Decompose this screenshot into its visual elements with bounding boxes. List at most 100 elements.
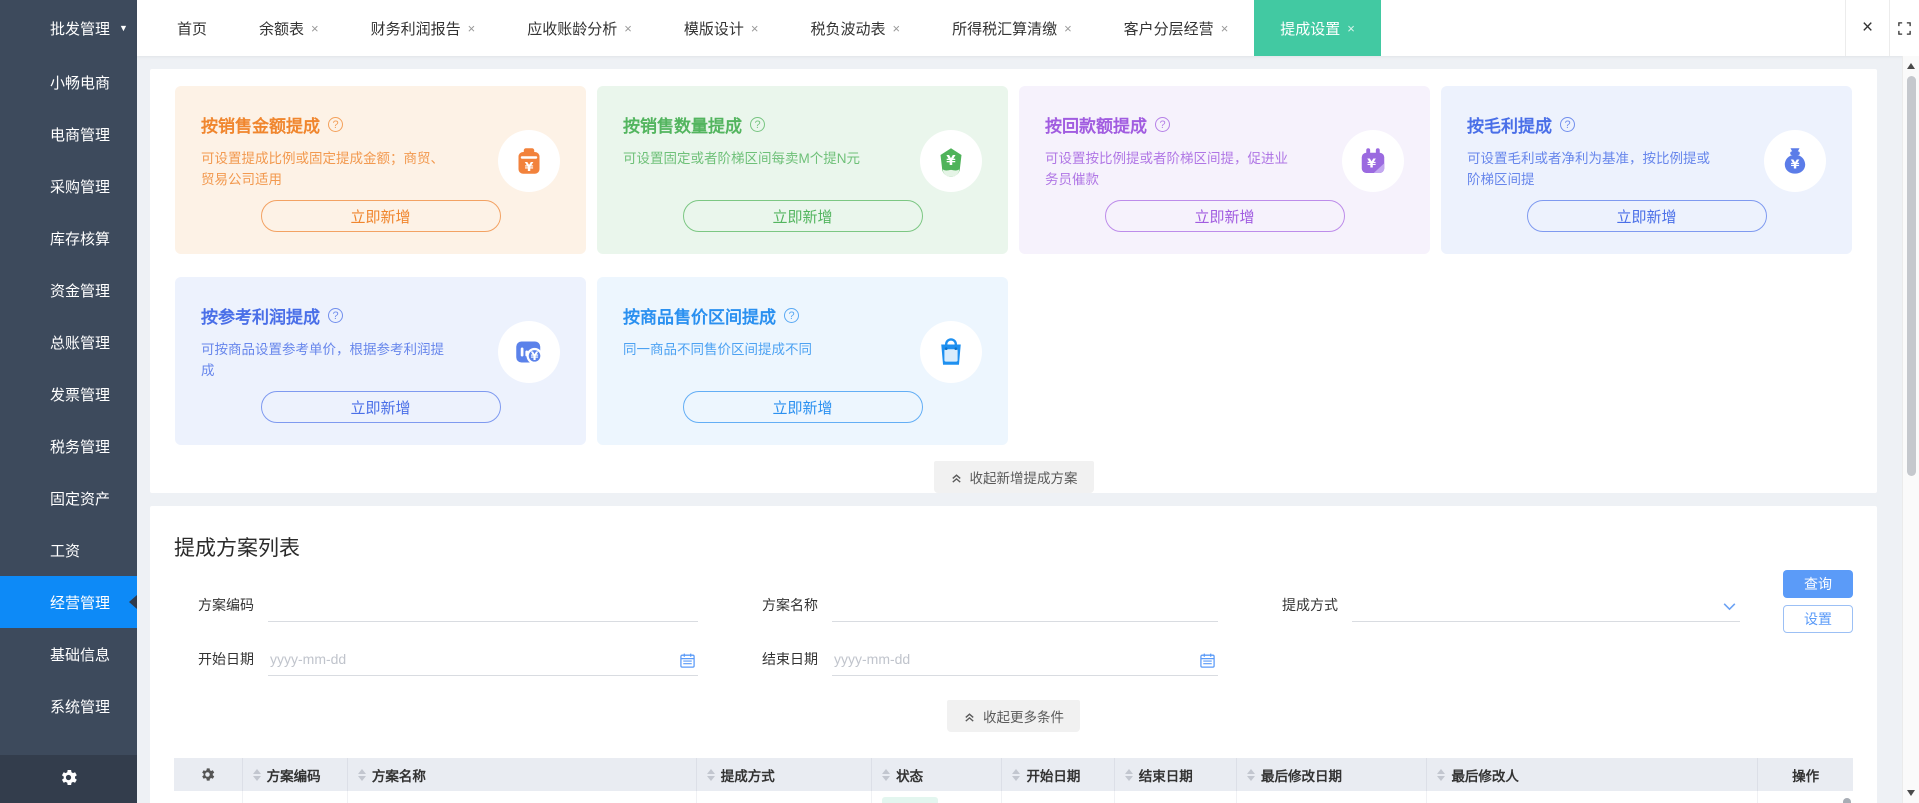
coin-badge-icon: ¥: [920, 130, 982, 192]
scheme-code-cell: 11: [242, 791, 348, 803]
help-icon[interactable]: ?: [750, 117, 765, 132]
sidebar-item-funds[interactable]: 资金管理: [0, 264, 137, 316]
sort-icon[interactable]: [706, 768, 715, 781]
sidebar-item-business-management[interactable]: 经营管理: [0, 576, 137, 628]
table-row[interactable]: 1 11 11 按回款额提成 启用 2022-09-01 2022-11-24 …: [174, 791, 1853, 803]
money-bag-icon: ¥: [1764, 130, 1826, 192]
scheme-name-input[interactable]: [832, 592, 1218, 622]
column-settings-gear-icon[interactable]: [184, 766, 232, 783]
modifier-cell: 徐泽华: [1426, 791, 1759, 803]
close-icon[interactable]: ×: [624, 21, 632, 36]
end-date-input[interactable]: [832, 646, 1218, 676]
tab-template-design[interactable]: 模版设计 ×: [658, 0, 785, 56]
tab-receivable-aging[interactable]: 应收账龄分析 ×: [501, 0, 658, 56]
start-date-label: 开始日期: [198, 651, 254, 667]
sidebar-item-purchasing[interactable]: 采购管理: [0, 160, 137, 212]
sidebar: 批发管理 ▼ 小畅电商 电商管理 采购管理 库存核算 资金管理 总账管理 发票管…: [0, 0, 137, 803]
sidebar-item-ecommerce[interactable]: 电商管理: [0, 108, 137, 160]
sidebar-item-basic-info[interactable]: 基础信息: [0, 628, 137, 680]
sort-icon[interactable]: [1437, 768, 1446, 781]
collapse-new-commission-button[interactable]: 收起新增提成方案: [933, 461, 1094, 493]
filter-row-2: 开始日期 结束日期: [174, 646, 1853, 676]
sort-icon[interactable]: [1124, 768, 1133, 781]
commission-type-select[interactable]: [1352, 592, 1740, 622]
sort-icon[interactable]: [882, 768, 891, 781]
sidebar-item-invoices[interactable]: 发票管理: [0, 368, 137, 420]
tab-profit-report[interactable]: 财务利润报告 ×: [345, 0, 502, 56]
calendar-icon[interactable]: [1199, 652, 1216, 669]
add-now-button[interactable]: 立即新增: [260, 200, 501, 232]
sort-icon[interactable]: [252, 768, 261, 781]
settings-button[interactable]: 设置: [1783, 605, 1853, 633]
chevron-down-icon[interactable]: [1721, 598, 1738, 615]
tab-balance-sheet[interactable]: 余额表 ×: [233, 0, 345, 56]
close-icon[interactable]: ×: [1064, 21, 1072, 36]
calendar-yen-icon: ¥: [1342, 130, 1404, 192]
help-icon[interactable]: ?: [328, 308, 343, 323]
help-icon[interactable]: ?: [1155, 117, 1170, 132]
add-now-button[interactable]: 立即新增: [1526, 200, 1767, 232]
chevron-down-icon: ▼: [119, 23, 128, 33]
card-description: 可设置毛利或者净利为基准，按比例提或阶梯区间提: [1467, 151, 1710, 187]
card-description: 同一商品不同售价区间提成不同: [623, 342, 812, 357]
end-date-cell: 2022-11-24: [1114, 791, 1237, 803]
sidebar-item-general-ledger[interactable]: 总账管理: [0, 316, 137, 368]
tab-tax-fluctuation[interactable]: 税负波动表 ×: [784, 0, 926, 56]
help-icon[interactable]: ?: [784, 308, 799, 323]
close-icon[interactable]: ×: [751, 21, 759, 36]
close-all-tabs-button[interactable]: ×: [1845, 0, 1889, 56]
start-date-input[interactable]: [268, 646, 698, 676]
commission-type-cell: 按回款额提成: [696, 791, 873, 803]
sort-icon[interactable]: [357, 768, 366, 781]
filter-buttons: 查询 设置: [1783, 570, 1853, 633]
page-scrollbar-thumb[interactable]: [1906, 76, 1916, 476]
card-title: 按销售金额提成 ?: [201, 112, 562, 137]
scheme-code-input[interactable]: [268, 592, 698, 622]
end-date-label: 结束日期: [762, 651, 818, 667]
card-payment-collection-commission: 按回款额提成 ? 可设置按比例提或者阶梯区间提，促进业务员催款 ¥ 立即新增: [1019, 86, 1430, 254]
query-button[interactable]: 查询: [1783, 570, 1853, 598]
add-now-button[interactable]: 立即新增: [260, 391, 501, 423]
svg-text:¥: ¥: [946, 153, 956, 169]
sort-icon[interactable]: [1246, 768, 1255, 781]
scheme-name-label: 方案名称: [762, 597, 818, 613]
close-icon[interactable]: ×: [468, 21, 476, 36]
sidebar-module-switcher[interactable]: 批发管理 ▼: [0, 0, 137, 56]
card-price-range-commission: 按商品售价区间提成 ? 同一商品不同售价区间提成不同 立即新增: [597, 277, 1008, 445]
sidebar-item-inventory[interactable]: 库存核算: [0, 212, 137, 264]
tab-income-tax[interactable]: 所得税汇算清缴 ×: [926, 0, 1098, 56]
tab-customer-tiering[interactable]: 客户分层经营 ×: [1098, 0, 1255, 56]
sidebar-item-fixed-assets[interactable]: 固定资产: [0, 472, 137, 524]
svg-text:¥: ¥: [1791, 158, 1800, 173]
close-icon[interactable]: ×: [1347, 21, 1355, 36]
table-header-row: 方案编码 方案名称 提成方式 状态 开始日期 结束日期 最后修改日期 最后修改人…: [174, 758, 1853, 791]
close-icon[interactable]: ×: [892, 21, 900, 36]
start-date-cell: 2022-09-01: [1001, 791, 1115, 803]
add-now-button[interactable]: 立即新增: [1104, 200, 1345, 232]
svg-text:¥: ¥: [1367, 157, 1376, 172]
scroll-down-arrow[interactable]: [1906, 790, 1915, 796]
close-icon[interactable]: ×: [311, 21, 319, 36]
sidebar-item-ecommerce-xiaochang[interactable]: 小畅电商: [0, 56, 137, 108]
sort-icon[interactable]: [1012, 768, 1021, 781]
scroll-up-arrow[interactable]: [1907, 63, 1915, 69]
add-now-button[interactable]: 立即新增: [682, 391, 923, 423]
table-scrollbar-thumb[interactable]: [1843, 798, 1851, 803]
card-title: 按销售数量提成 ?: [623, 112, 984, 137]
tab-commission-settings[interactable]: 提成设置 ×: [1254, 0, 1381, 56]
page-scrollbar[interactable]: [1902, 56, 1919, 803]
calendar-icon[interactable]: [679, 652, 696, 669]
help-icon[interactable]: ?: [1560, 117, 1575, 132]
add-now-button[interactable]: 立即新增: [682, 200, 923, 232]
collapse-more-filters-button[interactable]: 收起更多条件: [947, 700, 1080, 732]
sidebar-item-payroll[interactable]: 工资: [0, 524, 137, 576]
close-icon[interactable]: ×: [1221, 21, 1229, 36]
gear-icon[interactable]: [58, 767, 79, 791]
fullscreen-icon[interactable]: [1889, 0, 1919, 56]
shopping-bag-icon: [920, 321, 982, 383]
commission-cards-panel: 按销售金额提成 ? 可设置提成比例或固定提成金额；商贸、贸易公司适用 ¥ 立即新…: [150, 69, 1877, 493]
sidebar-item-system[interactable]: 系统管理: [0, 680, 137, 732]
tab-home[interactable]: 首页: [151, 0, 233, 56]
help-icon[interactable]: ?: [328, 117, 343, 132]
sidebar-item-tax[interactable]: 税务管理: [0, 420, 137, 472]
